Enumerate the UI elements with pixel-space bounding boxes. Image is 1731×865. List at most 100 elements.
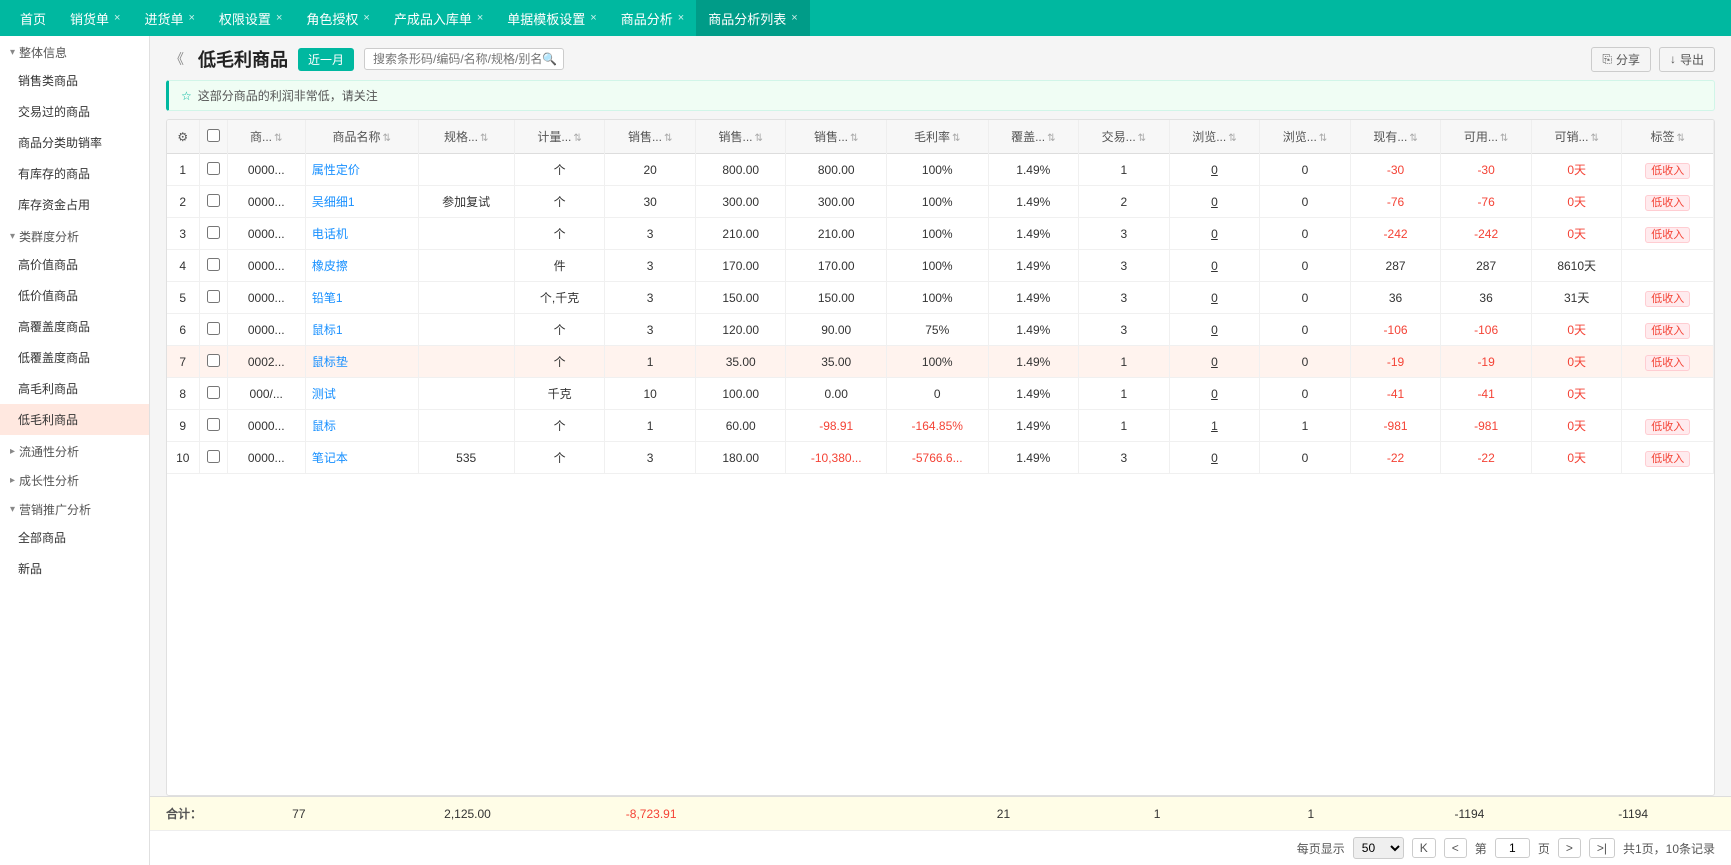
sidebar-group-marketing[interactable]: ▾ 营销推广分析 (0, 493, 149, 522)
row-select-checkbox[interactable] (207, 258, 220, 271)
page-input[interactable] (1495, 838, 1530, 858)
col-browse1[interactable]: 浏览...⇅ (1169, 120, 1260, 154)
export-button[interactable]: ↓ 导出 (1659, 47, 1715, 72)
filter-period-button[interactable]: 近一月 (298, 48, 354, 71)
search-input[interactable] (364, 48, 564, 70)
row-browse1[interactable]: 0 (1169, 282, 1260, 314)
row-browse1[interactable]: 0 (1169, 154, 1260, 186)
row-checkbox[interactable] (199, 250, 227, 282)
sidebar-item-high-margin[interactable]: 高毛利商品 (0, 373, 149, 404)
row-name[interactable]: 橡皮擦 (305, 250, 418, 282)
sidebar-item-traded-goods[interactable]: 交易过的商品 (0, 96, 149, 127)
browse-link[interactable]: 0 (1211, 259, 1218, 273)
sidebar-item-category-rate[interactable]: 商品分类助销率 (0, 127, 149, 158)
nav-permissions[interactable]: 权限设置 × (207, 0, 294, 36)
search-icon[interactable]: 🔍 (542, 52, 557, 66)
col-qty[interactable]: 销售...⇅ (605, 120, 696, 154)
sidebar-item-low-margin[interactable]: 低毛利商品 (0, 404, 149, 435)
row-checkbox[interactable] (199, 442, 227, 474)
row-browse1[interactable]: 0 (1169, 250, 1260, 282)
row-browse1[interactable]: 0 (1169, 346, 1260, 378)
row-name[interactable]: 吴细细1 (305, 186, 418, 218)
row-checkbox[interactable] (199, 218, 227, 250)
col-sale-price[interactable]: 销售...⇅ (695, 120, 786, 154)
col-settings[interactable]: ⚙ (167, 120, 199, 154)
row-checkbox[interactable] (199, 410, 227, 442)
row-checkbox[interactable] (199, 314, 227, 346)
col-browse2[interactable]: 浏览...⇅ (1260, 120, 1351, 154)
row-name[interactable]: 笔记本 (305, 442, 418, 474)
close-icon[interactable]: × (590, 12, 596, 24)
row-name[interactable]: 测试 (305, 378, 418, 410)
row-browse1[interactable]: 0 (1169, 378, 1260, 410)
row-browse1[interactable]: 0 (1169, 218, 1260, 250)
row-name[interactable]: 电话机 (305, 218, 418, 250)
row-select-checkbox[interactable] (207, 162, 220, 175)
row-checkbox[interactable] (199, 186, 227, 218)
row-name[interactable]: 鼠标垫 (305, 346, 418, 378)
browse-link[interactable]: 0 (1211, 163, 1218, 177)
sidebar-item-high-value[interactable]: 高价值商品 (0, 249, 149, 280)
sidebar-group-circulation[interactable]: ▸ 流通性分析 (0, 435, 149, 464)
col-tag[interactable]: 标签⇅ (1622, 120, 1714, 154)
last-page-button[interactable]: >| (1589, 838, 1615, 858)
row-select-checkbox[interactable] (207, 194, 220, 207)
row-select-checkbox[interactable] (207, 386, 220, 399)
nav-sales-order[interactable]: 销货单 × (58, 0, 132, 36)
col-spec[interactable]: 规格...⇅ (418, 120, 514, 154)
row-browse1[interactable]: 0 (1169, 314, 1260, 346)
sidebar-item-sales-goods[interactable]: 销售类商品 (0, 65, 149, 96)
row-checkbox[interactable] (199, 282, 227, 314)
row-browse1[interactable]: 1 (1169, 410, 1260, 442)
close-icon[interactable]: × (363, 12, 369, 24)
close-icon[interactable]: × (188, 12, 194, 24)
browse-link[interactable]: 0 (1211, 195, 1218, 209)
first-page-button[interactable]: K (1412, 838, 1436, 858)
col-code[interactable]: 商...⇅ (227, 120, 305, 154)
row-name[interactable]: 鼠标 (305, 410, 418, 442)
sidebar-item-stocked-goods[interactable]: 有库存的商品 (0, 158, 149, 189)
row-select-checkbox[interactable] (207, 290, 220, 303)
sidebar-group-overall[interactable]: ▾ 整体信息 (0, 36, 149, 65)
sidebar-group-growth[interactable]: ▸ 成长性分析 (0, 464, 149, 493)
sidebar-item-low-value[interactable]: 低价值商品 (0, 280, 149, 311)
sidebar-item-all-goods[interactable]: 全部商品 (0, 522, 149, 553)
row-browse1[interactable]: 0 (1169, 442, 1260, 474)
sidebar-item-low-coverage[interactable]: 低覆盖度商品 (0, 342, 149, 373)
browse-link[interactable]: 0 (1211, 451, 1218, 465)
browse-link[interactable]: 0 (1211, 227, 1218, 241)
row-select-checkbox[interactable] (207, 226, 220, 239)
nav-template-settings[interactable]: 单据模板设置 × (495, 0, 608, 36)
nav-product-analysis-list[interactable]: 商品分析列表 × (696, 0, 809, 36)
row-checkbox[interactable] (199, 154, 227, 186)
col-stock-avail[interactable]: 可用...⇅ (1441, 120, 1532, 154)
row-select-checkbox[interactable] (207, 418, 220, 431)
close-icon[interactable]: × (791, 12, 797, 24)
browse-link[interactable]: 1 (1211, 419, 1218, 433)
share-button[interactable]: ⎘ 分享 (1591, 47, 1651, 72)
select-all-checkbox[interactable] (207, 129, 220, 142)
nav-product-inbound[interactable]: 产成品入库单 × (382, 0, 495, 36)
nav-purchase-order[interactable]: 进货单 × (132, 0, 206, 36)
row-checkbox[interactable] (199, 378, 227, 410)
browse-link[interactable]: 0 (1211, 387, 1218, 401)
row-name[interactable]: 属性定价 (305, 154, 418, 186)
browse-link[interactable]: 0 (1211, 291, 1218, 305)
col-name[interactable]: 商品名称⇅ (305, 120, 418, 154)
close-icon[interactable]: × (678, 12, 684, 24)
close-icon[interactable]: × (276, 12, 282, 24)
row-browse1[interactable]: 0 (1169, 186, 1260, 218)
col-stock-cur[interactable]: 现有...⇅ (1350, 120, 1441, 154)
next-page-button[interactable]: > (1558, 838, 1581, 858)
row-name[interactable]: 铅笔1 (305, 282, 418, 314)
row-select-checkbox[interactable] (207, 354, 220, 367)
close-icon[interactable]: × (114, 12, 120, 24)
nav-product-analysis[interactable]: 商品分析 × (609, 0, 696, 36)
nav-home[interactable]: 首页 (8, 0, 58, 36)
col-trades[interactable]: 交易...⇅ (1079, 120, 1170, 154)
row-select-checkbox[interactable] (207, 322, 220, 335)
col-sale-days[interactable]: 可销...⇅ (1531, 120, 1622, 154)
nav-role-auth[interactable]: 角色授权 × (294, 0, 381, 36)
row-checkbox[interactable] (199, 346, 227, 378)
per-page-select[interactable]: 50 100 200 (1353, 837, 1404, 859)
